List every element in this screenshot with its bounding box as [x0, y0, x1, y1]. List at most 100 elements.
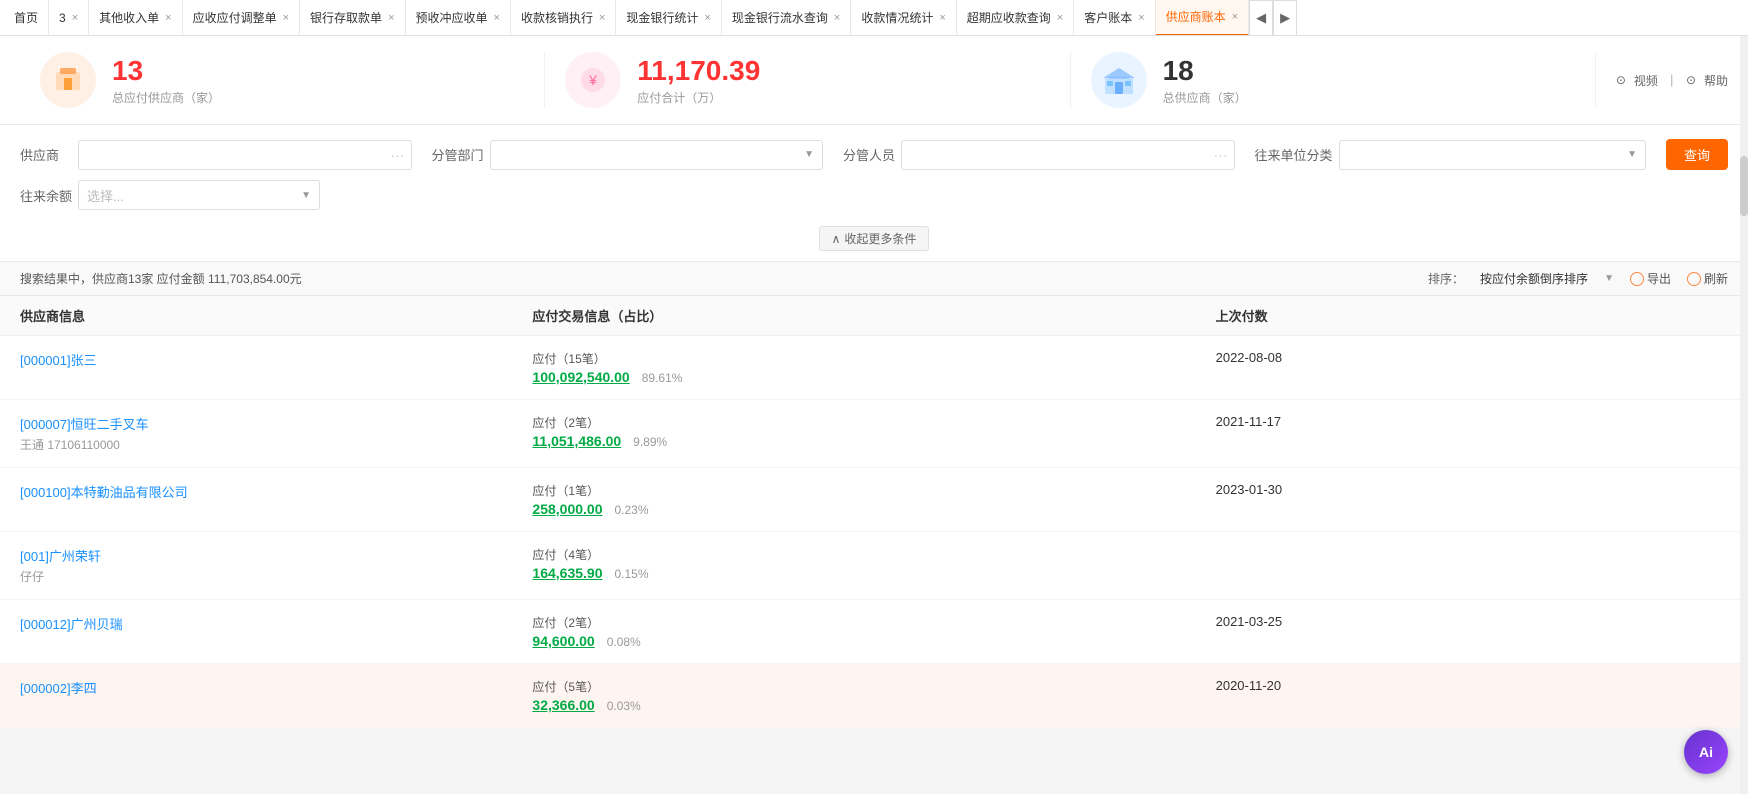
scrollbar-thumb[interactable] [1740, 156, 1748, 216]
nav-tab-collect-stat[interactable]: 收款情况统计 × [851, 0, 956, 36]
payable-suppliers-label: 总应付供应商（家） [112, 89, 220, 106]
table-header: 供应商信息 应付交易信息（占比） 上次付数 [0, 296, 1748, 336]
collapse-label: 收起更多条件 [844, 230, 916, 247]
payable-icon: ¥ [565, 52, 621, 108]
close-icon[interactable]: × [599, 12, 605, 24]
results-summary: 搜索结果中，供应商13家 应付金额 111,703,854.00元 [20, 270, 302, 287]
nav-tab-home[interactable]: 首页 [4, 0, 49, 36]
col-header-transaction: 应付交易信息（占比） [532, 306, 1215, 325]
ai-badge-label: Ai [1699, 744, 1713, 760]
close-icon[interactable]: × [388, 12, 394, 24]
payable-suppliers-value: 13 [112, 54, 220, 88]
supplier-cell-2: [000007]恒旺二手叉车 王通 17106110000 [20, 414, 532, 453]
balance-filter-label: 往来余额 [20, 186, 72, 205]
supplier-link-3[interactable]: [000100]本特勤油品有限公司 [20, 485, 188, 500]
top-navigation: 首页 3 × 其他收入单 × 应收应付调整单 × 银行存取款单 × 预收冲应收单… [0, 0, 1748, 36]
close-icon[interactable]: × [1232, 11, 1238, 23]
help-link[interactable]: 帮助 [1704, 72, 1728, 89]
summary-card-payable-suppliers: 13 总应付供应商（家） [20, 52, 545, 108]
collapse-button[interactable]: ∧ 收起更多条件 [819, 226, 930, 251]
scrollbar-track [1740, 36, 1748, 794]
person-input-field[interactable] [908, 148, 1213, 162]
nav-tab-collect-verify[interactable]: 收款核销执行 × [511, 0, 616, 36]
nav-tab-advance[interactable]: 预收冲应收单 × [406, 0, 511, 36]
sort-chevron-icon[interactable]: ▼ [1604, 273, 1614, 284]
dept-filter-select[interactable]: ▼ [490, 140, 823, 170]
search-button[interactable]: 查询 [1666, 139, 1728, 170]
transaction-cell-4: 应付（4笔） 164,635.90 0.15% [532, 546, 1215, 581]
nav-tab-customer-account[interactable]: 客户账本 × [1074, 0, 1155, 36]
nav-prev-button[interactable]: ◀ [1249, 0, 1273, 36]
table-row: [000100]本特勤油品有限公司 应付（1笔） 258,000.00 0.23… [0, 468, 1748, 532]
nav-tab-cash-bank-stat-label: 现金银行统计 [626, 9, 698, 26]
close-icon[interactable]: × [704, 12, 710, 24]
sort-value[interactable]: 按应付余额倒序排序 [1480, 270, 1588, 287]
transaction-row-1: 100,092,540.00 89.61% [532, 369, 1215, 385]
refresh-label: 刷新 [1704, 270, 1728, 287]
ai-badge-button[interactable]: Ai [1684, 730, 1728, 774]
supplier-link-6[interactable]: [000002]李四 [20, 681, 97, 696]
nav-tab-other-income[interactable]: 其他收入单 × [89, 0, 182, 36]
dept-filter-label: 分管部门 [432, 145, 484, 164]
nav-tab-other-income-label: 其他收入单 [99, 9, 159, 26]
transaction-cell-1: 应付（15笔） 100,092,540.00 89.61% [532, 350, 1215, 385]
category-filter-select[interactable]: ▼ [1339, 140, 1646, 170]
transaction-info-6: 应付（5笔） 32,366.00 0.03% [532, 678, 1215, 713]
last-payment-date-2: 2021-11-17 [1216, 414, 1282, 429]
transaction-amount-4[interactable]: 164,635.90 [532, 565, 602, 581]
transaction-pct-5: 0.08% [607, 635, 641, 649]
supplier-link-5[interactable]: [000012]广州贝瑞 [20, 617, 123, 632]
chevron-up-icon: ∧ [832, 232, 841, 246]
supplier-link-2[interactable]: [000007]恒旺二手叉车 [20, 417, 149, 432]
transaction-label-2: 应付（2笔） [532, 414, 1215, 431]
export-button[interactable]: 导出 [1630, 270, 1671, 287]
last-payment-cell-6: 2020-11-20 [1216, 678, 1558, 693]
transaction-amount-1[interactable]: 100,092,540.00 [532, 369, 629, 385]
total-suppliers-label: 总供应商（家） [1163, 89, 1247, 106]
close-icon[interactable]: × [1057, 12, 1063, 24]
nav-tab-3[interactable]: 3 × [49, 0, 89, 36]
summary-bar: 13 总应付供应商（家） ¥ 11,170.39 应付合计（万） [0, 36, 1748, 125]
transaction-label-3: 应付（1笔） [532, 482, 1215, 499]
nav-tab-customer-account-label: 客户账本 [1084, 9, 1132, 26]
nav-next-button[interactable]: ▶ [1273, 0, 1297, 36]
balance-filter-select[interactable]: 选择... ▼ [78, 180, 320, 210]
nav-tab-cash-bank-flow[interactable]: 现金银行流水查询 × [722, 0, 851, 36]
transaction-amount-2[interactable]: 11,051,486.00 [532, 433, 621, 449]
nav-tab-bank-deposit[interactable]: 银行存取款单 × [300, 0, 405, 36]
last-payment-date-3: 2023-01-30 [1216, 482, 1283, 497]
nav-tab-supplier-account[interactable]: 供应商账本 × [1156, 0, 1249, 36]
supplier-input-field[interactable] [85, 148, 391, 162]
sort-label: 排序： [1428, 270, 1464, 287]
nav-tab-collect-stat-label: 收款情况统计 [861, 9, 933, 26]
refresh-button[interactable]: 刷新 [1687, 270, 1728, 287]
supplier-filter-input[interactable]: ··· [78, 140, 412, 170]
last-payment-cell-5: 2021-03-25 [1216, 614, 1558, 629]
category-filter-label: 往来单位分类 [1255, 145, 1333, 164]
person-filter-label: 分管人员 [843, 145, 895, 164]
nav-tab-supplier-account-label: 供应商账本 [1166, 8, 1226, 25]
video-link[interactable]: 视频 [1634, 72, 1658, 89]
transaction-info-3: 应付（1笔） 258,000.00 0.23% [532, 482, 1215, 517]
transaction-row-2: 11,051,486.00 9.89% [532, 433, 1215, 449]
balance-select-value: 选择... [87, 186, 124, 205]
close-icon[interactable]: × [165, 12, 171, 24]
nav-tab-ap-adjust[interactable]: 应收应付调整单 × [183, 0, 300, 36]
person-filter-input[interactable]: ··· [901, 140, 1234, 170]
supplier-link-4[interactable]: [001]广州荣轩 [20, 549, 101, 564]
transaction-amount-5[interactable]: 94,600.00 [532, 633, 594, 649]
close-icon[interactable]: × [939, 12, 945, 24]
transaction-amount-6[interactable]: 32,366.00 [532, 697, 594, 713]
close-icon[interactable]: × [283, 12, 289, 24]
transaction-amount-3[interactable]: 258,000.00 [532, 501, 602, 517]
close-icon[interactable]: × [72, 12, 78, 24]
nav-tab-overdue[interactable]: 超期应收款查询 × [957, 0, 1074, 36]
supplier-sub-2: 王通 17106110000 [20, 436, 532, 453]
supplier-link-1[interactable]: [000001]张三 [20, 353, 97, 368]
payable-total-label: 应付合计（万） [637, 89, 760, 106]
close-icon[interactable]: × [834, 12, 840, 24]
nav-tab-cash-bank-stat[interactable]: 现金银行统计 × [616, 0, 721, 36]
last-payment-cell-1: 2022-08-08 [1216, 350, 1558, 365]
close-icon[interactable]: × [1138, 12, 1144, 24]
close-icon[interactable]: × [494, 12, 500, 24]
